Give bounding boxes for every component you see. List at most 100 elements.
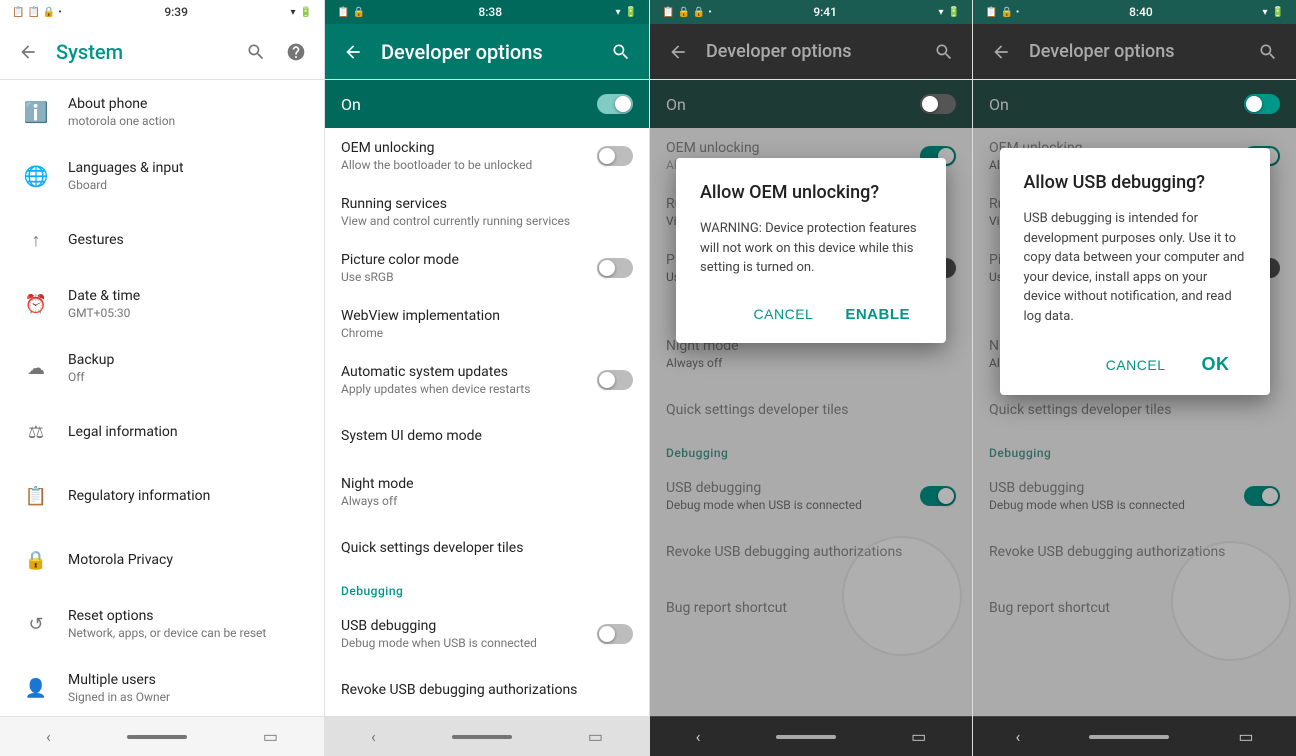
dialog-actions-p4: Cancel OK bbox=[1024, 342, 1246, 387]
settings-item-languages[interactable]: 🌐 Languages & input Gboard bbox=[0, 144, 324, 208]
datetime-title: Date & time bbox=[68, 288, 308, 304]
dev-item-subtitle-webview-p2: Chrome bbox=[341, 326, 633, 340]
dev-item-text-auto-p2: Automatic system updates Apply updates w… bbox=[341, 364, 597, 396]
usb-toggle-p2[interactable] bbox=[597, 624, 633, 644]
regulatory-title: Regulatory information bbox=[68, 488, 308, 504]
nav-bar-p3: ‹ ▭ bbox=[650, 716, 972, 756]
gestures-title: Gestures bbox=[68, 232, 308, 248]
app-bar-title-p3: Developer options bbox=[706, 41, 916, 62]
dialog-cancel-p3[interactable]: Cancel bbox=[742, 298, 826, 331]
settings-text-motorola: Motorola Privacy bbox=[68, 552, 308, 568]
dev-item-running-p2[interactable]: Running services View and control curren… bbox=[325, 184, 649, 240]
dev-item-title-demo-p2: System UI demo mode bbox=[341, 428, 633, 444]
regulatory-icon: 📋 bbox=[16, 476, 56, 516]
search-icon-p4[interactable] bbox=[1256, 40, 1280, 64]
search-icon-p2[interactable] bbox=[609, 40, 633, 64]
status-icons-right-p3: ▾🔋 bbox=[939, 7, 960, 18]
motorola-title: Motorola Privacy bbox=[68, 552, 308, 568]
nav-back-p1[interactable]: ‹ bbox=[30, 719, 67, 754]
dev-item-quicksettings-p2[interactable]: Quick settings developer tiles bbox=[325, 520, 649, 576]
search-icon-p3[interactable] bbox=[932, 40, 956, 64]
dev-item-picture-p2[interactable]: Picture color mode Use sRGB bbox=[325, 240, 649, 296]
nav-recent-p1[interactable]: ▭ bbox=[247, 719, 294, 754]
dialog-confirm-p3[interactable]: Enable bbox=[833, 298, 922, 331]
status-icons-left-p3: 📋🔒🔒• bbox=[662, 7, 712, 18]
search-icon-p1[interactable] bbox=[244, 40, 268, 64]
back-icon-p4[interactable] bbox=[989, 40, 1013, 64]
back-icon-p2[interactable] bbox=[341, 40, 365, 64]
back-icon-p3[interactable] bbox=[666, 40, 690, 64]
oem-toggle-p2[interactable] bbox=[597, 146, 633, 166]
dev-item-text-usb-p2: USB debugging Debug mode when USB is con… bbox=[341, 618, 597, 650]
settings-item-regulatory[interactable]: 📋 Regulatory information bbox=[0, 464, 324, 528]
dev-item-subtitle-auto-p2: Apply updates when device restarts bbox=[341, 382, 597, 396]
dialog-actions-p3: Cancel Enable bbox=[700, 294, 922, 335]
settings-item-datetime[interactable]: ⏰ Date & time GMT+05:30 bbox=[0, 272, 324, 336]
status-icons-right-p1: ▾🔋 bbox=[291, 7, 312, 18]
dev-item-oem-p2[interactable]: OEM unlocking Allow the bootloader to be… bbox=[325, 128, 649, 184]
dev-on-toggle-p4[interactable] bbox=[1244, 94, 1280, 114]
nav-home-p1[interactable] bbox=[127, 735, 187, 739]
nav-back-p2[interactable]: ‹ bbox=[355, 719, 392, 754]
dev-item-title-usb-p2: USB debugging bbox=[341, 618, 597, 634]
nav-back-p3[interactable]: ‹ bbox=[680, 719, 717, 754]
settings-item-reset[interactable]: ↺ Reset options Network, apps, or device… bbox=[0, 592, 324, 656]
dev-item-subtitle-running-p2: View and control currently running servi… bbox=[341, 214, 633, 228]
settings-item-users[interactable]: 👤 Multiple users Signed in as Owner bbox=[0, 656, 324, 716]
dialog-confirm-p4[interactable]: OK bbox=[1186, 346, 1246, 383]
status-icons-left-p1: 📋📋🔒• bbox=[12, 7, 62, 18]
dev-on-toggle-p2[interactable] bbox=[597, 94, 633, 114]
settings-text-backup: Backup Off bbox=[68, 352, 308, 384]
dev-item-auto-p2[interactable]: Automatic system updates Apply updates w… bbox=[325, 352, 649, 408]
users-icon: 👤 bbox=[16, 668, 56, 708]
nav-home-p2[interactable] bbox=[452, 735, 512, 739]
dev-item-night-p2[interactable]: Night mode Always off bbox=[325, 464, 649, 520]
dev-item-subtitle-night-p2: Always off bbox=[341, 494, 633, 508]
nav-recent-p3[interactable]: ▭ bbox=[895, 719, 942, 754]
dialog-body-p3: WARNING: Device protection features will… bbox=[700, 219, 922, 278]
dev-item-subtitle-picture-p2: Use sRGB bbox=[341, 270, 597, 284]
settings-list-p1: ℹ️ About phone motorola one action 🌐 Lan… bbox=[0, 80, 324, 716]
nav-bar-p1: ‹ ▭ bbox=[0, 716, 324, 756]
picture-toggle-p2[interactable] bbox=[597, 258, 633, 278]
dev-on-toggle-p3[interactable] bbox=[920, 94, 956, 114]
panel-usb-dialog: 📋🔒• 8:40 ▾🔋 Developer options On OEM unl… bbox=[973, 0, 1296, 756]
dialog-cancel-p4[interactable]: Cancel bbox=[1094, 346, 1178, 383]
back-icon-p1[interactable] bbox=[16, 40, 40, 64]
status-bar-p1: 📋📋🔒• 9:39 ▾🔋 bbox=[0, 0, 324, 24]
gestures-icon: ↑ bbox=[16, 220, 56, 260]
status-icons-left-p2: 📋🔒 bbox=[337, 7, 365, 18]
auto-toggle-p2[interactable] bbox=[597, 370, 633, 390]
nav-recent-p4[interactable]: ▭ bbox=[1222, 719, 1269, 754]
dialog-body-p4: USB debugging is intended for developmen… bbox=[1024, 209, 1246, 326]
settings-item-about[interactable]: ℹ️ About phone motorola one action bbox=[0, 80, 324, 144]
settings-item-gestures[interactable]: ↑ Gestures bbox=[0, 208, 324, 272]
status-time-p2: 8:38 bbox=[478, 5, 502, 19]
datetime-subtitle: GMT+05:30 bbox=[68, 306, 308, 320]
nav-home-p4[interactable] bbox=[1089, 735, 1169, 739]
settings-text-languages: Languages & input Gboard bbox=[68, 160, 308, 192]
settings-item-backup[interactable]: ☁ Backup Off bbox=[0, 336, 324, 400]
reset-title: Reset options bbox=[68, 608, 308, 624]
nav-home-p3[interactable] bbox=[776, 735, 836, 739]
dev-item-revoke-p2[interactable]: Revoke USB debugging authorizations bbox=[325, 662, 649, 716]
nav-back-p4[interactable]: ‹ bbox=[1000, 719, 1037, 754]
settings-text-reset: Reset options Network, apps, or device c… bbox=[68, 608, 308, 640]
dev-list-p2: OEM unlocking Allow the bootloader to be… bbox=[325, 128, 649, 716]
dev-item-usb-p2[interactable]: USB debugging Debug mode when USB is con… bbox=[325, 606, 649, 662]
dev-item-subtitle-oem-p2: Allow the bootloader to be unlocked bbox=[341, 158, 597, 172]
dev-item-text-oem-p2: OEM unlocking Allow the bootloader to be… bbox=[341, 140, 597, 172]
status-bar-p3: 📋🔒🔒• 9:41 ▾🔋 bbox=[650, 0, 972, 24]
settings-text-users: Multiple users Signed in as Owner bbox=[68, 672, 308, 704]
settings-item-legal[interactable]: ⚖ Legal information bbox=[0, 400, 324, 464]
settings-item-motorola[interactable]: 🔒 Motorola Privacy bbox=[0, 528, 324, 592]
help-icon-p1[interactable] bbox=[284, 40, 308, 64]
legal-icon: ⚖ bbox=[16, 412, 56, 452]
app-bar-p4: Developer options bbox=[973, 24, 1296, 80]
dev-item-webview-p2[interactable]: WebView implementation Chrome bbox=[325, 296, 649, 352]
dev-item-title-revoke-p2: Revoke USB debugging authorizations bbox=[341, 682, 633, 698]
dev-item-text-webview-p2: WebView implementation Chrome bbox=[341, 308, 633, 340]
backup-icon: ☁ bbox=[16, 348, 56, 388]
nav-recent-p2[interactable]: ▭ bbox=[572, 719, 619, 754]
dev-item-demo-p2[interactable]: System UI demo mode bbox=[325, 408, 649, 464]
